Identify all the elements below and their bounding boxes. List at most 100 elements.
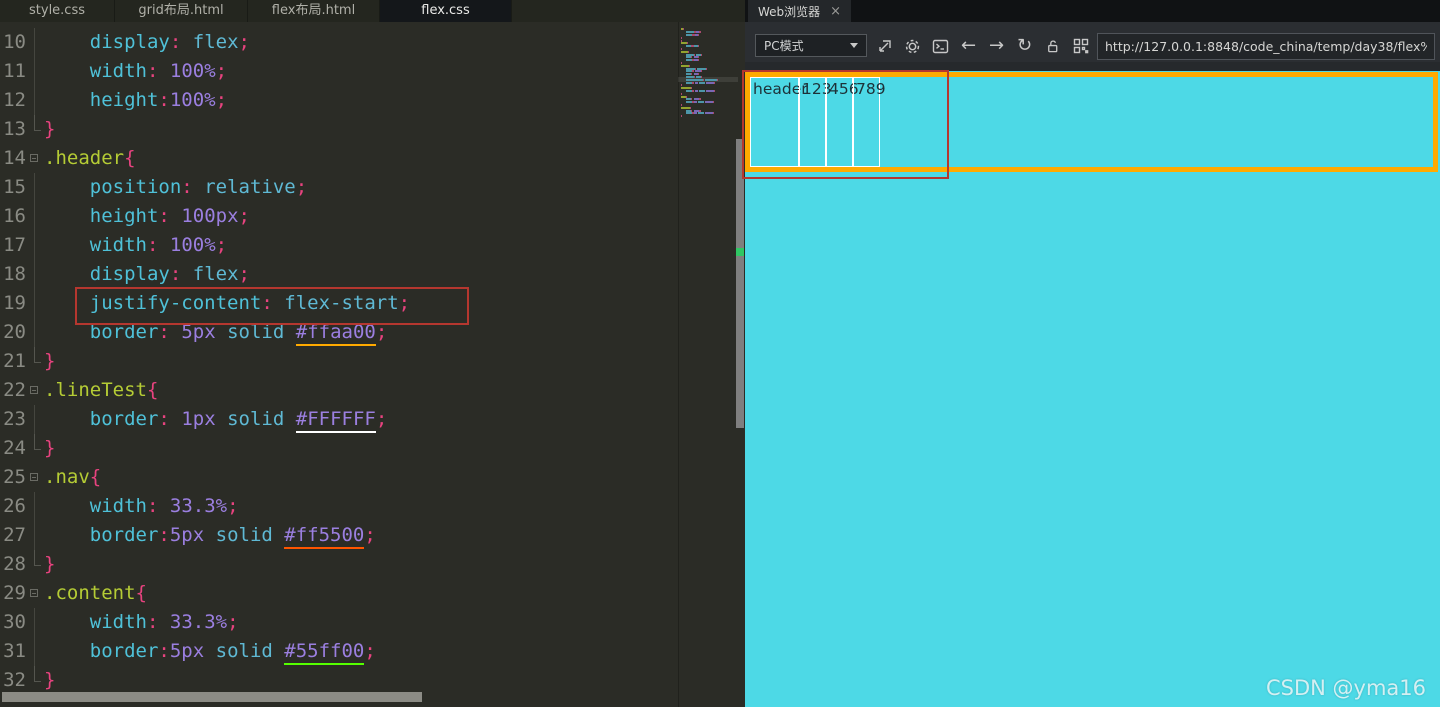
toolbar-gap — [745, 62, 1440, 71]
open-external-icon[interactable] — [875, 35, 894, 57]
line-number: 31 — [3, 640, 26, 662]
code-text: border: 5px solid #ffaa00; — [44, 318, 387, 347]
app-window: style.css grid布局.html flex布局.html flex.c… — [0, 0, 1440, 707]
page-header-label-box: header — [750, 77, 808, 167]
code-text: .nav{ — [44, 466, 102, 488]
code-text: width: 33.3%; — [89, 495, 239, 517]
code-line[interactable]: 15 position: relative; — [0, 173, 678, 202]
minimap[interactable] — [678, 28, 738, 124]
code-line[interactable]: 21} — [0, 347, 678, 376]
chevron-down-icon — [850, 43, 858, 48]
browser-tab-label: Web浏览器 — [758, 4, 821, 19]
code-line[interactable]: 20 border: 5px solid #ffaa00; — [0, 318, 678, 347]
code-line[interactable]: 19 justify-content: flex-start; — [0, 289, 678, 318]
mode-select[interactable]: PC模式 — [755, 34, 867, 57]
line-number: 26 — [3, 495, 26, 517]
watermark: CSDN @yma16 — [1265, 676, 1426, 700]
code-line[interactable]: 12 height:100%; — [0, 86, 678, 115]
code-line[interactable]: 16 height: 100px; — [0, 202, 678, 231]
console-icon[interactable] — [931, 35, 950, 57]
code-line[interactable]: 23 border: 1px solid #FFFFFF; — [0, 405, 678, 434]
fold-marker[interactable] — [26, 376, 44, 405]
back-icon[interactable]: ← — [959, 35, 978, 57]
line-number: 20 — [3, 321, 26, 343]
code-line[interactable]: 17 width: 100%; — [0, 231, 678, 260]
close-icon[interactable]: × — [830, 5, 841, 18]
fold-guide — [26, 231, 44, 260]
gear-icon[interactable] — [903, 35, 922, 57]
fold-guide — [26, 173, 44, 202]
code-text: width: 100%; — [89, 60, 228, 82]
code-line[interactable]: 32} — [0, 666, 678, 695]
line-number: 27 — [3, 524, 26, 546]
fold-guide — [26, 637, 44, 666]
page-header-flexbox: header 123 456 789 — [745, 72, 1438, 172]
qr-grid-icon[interactable] — [1071, 35, 1090, 57]
line-number: 19 — [3, 292, 26, 314]
line-number: 24 — [3, 437, 26, 459]
fold-marker[interactable] — [26, 579, 44, 608]
vertical-scrollbar[interactable] — [736, 139, 744, 428]
code-line[interactable]: 13} — [0, 115, 678, 144]
scrollbar-change-marker — [736, 248, 744, 256]
code-line[interactable]: 30 width: 33.3%; — [0, 608, 678, 637]
line-number: 25 — [3, 466, 26, 488]
code-line[interactable]: 25 .nav{ — [0, 463, 678, 492]
editor-tab-style-css[interactable]: style.css — [0, 0, 115, 22]
fold-guide — [26, 550, 44, 579]
line-number: 32 — [3, 669, 26, 691]
code-line[interactable]: 27 border:5px solid #ff5500; — [0, 521, 678, 550]
line-number: 10 — [3, 31, 26, 53]
line-number: 22 — [3, 379, 26, 401]
code-text: } — [44, 350, 56, 372]
code-text: height: 100px; — [89, 205, 250, 227]
fold-guide — [26, 521, 44, 550]
code-text: position: relative; — [89, 176, 308, 198]
line-number: 11 — [3, 60, 26, 82]
code-text: height:100%; — [89, 89, 228, 111]
mode-select-value: PC模式 — [764, 39, 804, 53]
url-input[interactable] — [1097, 33, 1435, 60]
code-text: } — [44, 669, 56, 691]
code-line[interactable]: 28} — [0, 550, 678, 579]
code-text: display: flex; — [89, 31, 250, 53]
editor-tab-flex-css[interactable]: flex.css — [380, 0, 512, 22]
code-text: display: flex; — [89, 263, 250, 285]
browser-tab[interactable]: Web浏览器 × — [748, 0, 852, 22]
fold-guide — [26, 57, 44, 86]
page-flex-item: 456 — [826, 77, 859, 167]
code-line[interactable]: 24} — [0, 434, 678, 463]
editor-panel: style.css grid布局.html flex布局.html flex.c… — [0, 0, 745, 707]
code-lines[interactable]: 10 display: flex; 11 width: 100%; 12 heigh… — [0, 28, 678, 695]
editor-tab-grid-layout-html[interactable]: grid布局.html — [115, 0, 248, 22]
editor-tab-flex-layout-html[interactable]: flex布局.html — [248, 0, 380, 22]
fold-marker[interactable] — [26, 463, 44, 492]
line-number: 13 — [3, 118, 26, 140]
horizontal-scrollbar[interactable] — [2, 692, 422, 702]
code-text: width: 100%; — [89, 234, 228, 256]
lock-icon[interactable] — [1043, 35, 1062, 57]
refresh-icon[interactable]: ↻ — [1015, 35, 1034, 57]
fold-marker[interactable] — [26, 144, 44, 173]
fold-guide — [26, 28, 44, 57]
code-text: .content{ — [44, 582, 147, 604]
code-text: border:5px solid #ff5500; — [44, 521, 376, 550]
line-number: 14 — [3, 147, 26, 169]
code-line[interactable]: 29 .content{ — [0, 579, 678, 608]
browser-panel: Web浏览器 × PC模式 ← → ↻ http://127.0.0.1:884… — [742, 0, 1440, 707]
fold-guide — [26, 318, 44, 347]
fold-guide — [26, 86, 44, 115]
line-number: 23 — [3, 408, 26, 430]
code-line[interactable]: 18 display: flex; — [0, 260, 678, 289]
code-line[interactable]: 26 width: 33.3%; — [0, 492, 678, 521]
code-line[interactable]: 31 border:5px solid #55ff00; — [0, 637, 678, 666]
browser-toolbar: PC模式 ← → ↻ http://127.0.0.1:8848/code_ch… — [745, 22, 1440, 62]
code-line[interactable]: 22 .lineTest{ — [0, 376, 678, 405]
code-text: border:5px solid #55ff00; — [44, 637, 376, 666]
forward-icon[interactable]: → — [987, 35, 1006, 57]
line-number: 18 — [3, 263, 26, 285]
fold-guide — [26, 405, 44, 434]
code-line[interactable]: 11 width: 100%; — [0, 57, 678, 86]
code-line[interactable]: 10 display: flex; — [0, 28, 678, 57]
code-line[interactable]: 14 .header{ — [0, 144, 678, 173]
